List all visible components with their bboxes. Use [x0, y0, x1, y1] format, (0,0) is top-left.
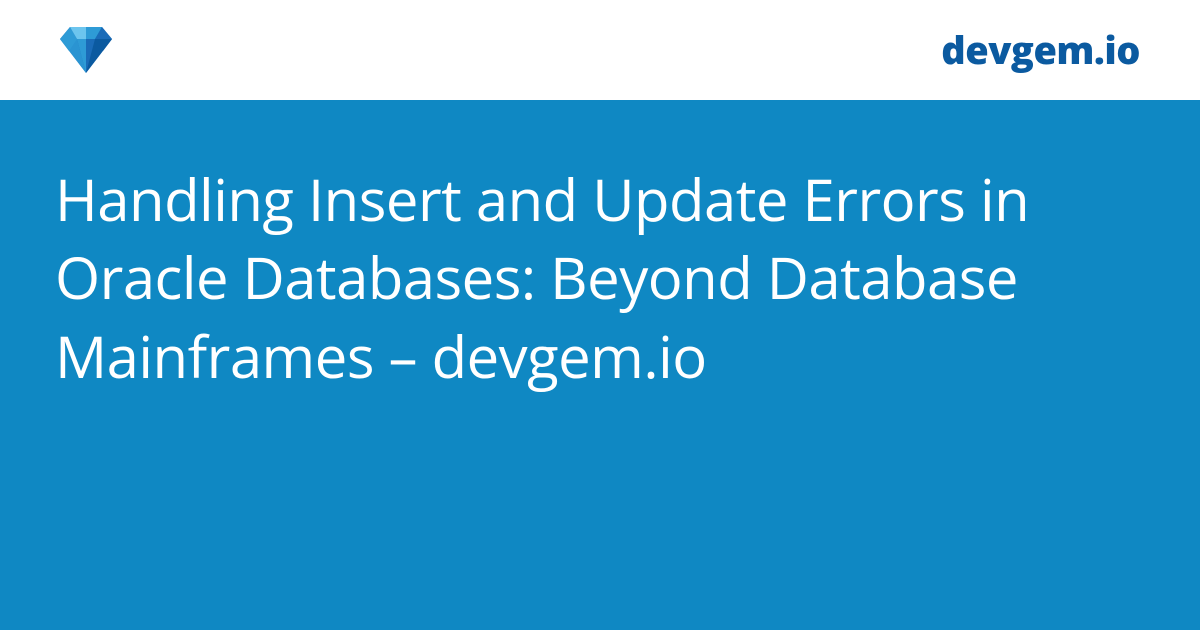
brand-text: devgem.io	[941, 24, 1140, 76]
hero-section: Handling Insert and Update Errors in Ora…	[0, 100, 1200, 630]
hero-title: Handling Insert and Update Errors in Ora…	[55, 160, 1035, 395]
gem-icon	[60, 24, 112, 76]
header: devgem.io	[0, 0, 1200, 100]
